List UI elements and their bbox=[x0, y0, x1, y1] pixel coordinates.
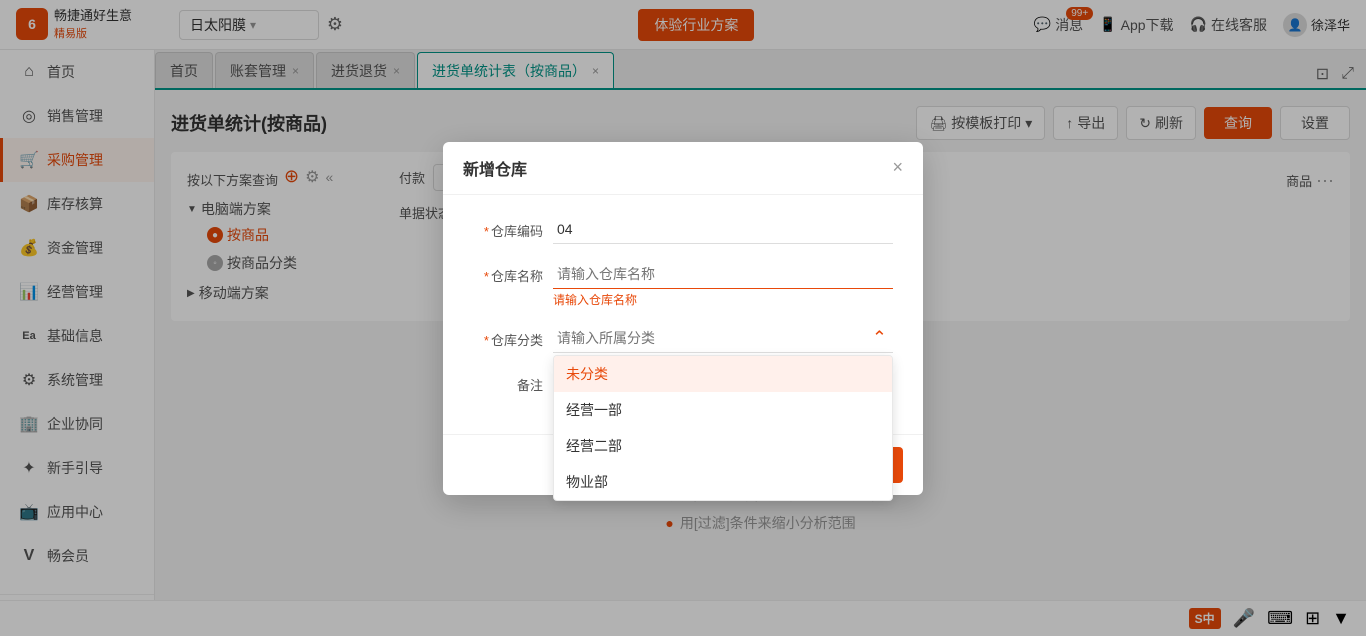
dropdown-item-none[interactable]: 未分类 bbox=[554, 356, 892, 392]
category-field: ⌃ 未分类 经营一部 经营二部 物业部 bbox=[553, 324, 893, 353]
code-input[interactable] bbox=[553, 215, 893, 244]
name-input[interactable] bbox=[553, 260, 893, 289]
category-label: 仓库分类 bbox=[473, 324, 553, 349]
dialog-overlay: 新增仓库 × 仓库编码 仓库名称 请输入仓库名称 仓库分类 bbox=[0, 0, 1366, 636]
dropdown-item-dept1[interactable]: 经营一部 bbox=[554, 392, 892, 428]
name-error-msg: 请输入仓库名称 bbox=[553, 291, 893, 308]
dialog-body: 仓库编码 仓库名称 请输入仓库名称 仓库分类 ⌃ bbox=[443, 195, 923, 434]
name-label: 仓库名称 bbox=[473, 260, 553, 285]
category-dropdown: 未分类 经营一部 经营二部 物业部 bbox=[553, 355, 893, 501]
form-row-category: 仓库分类 ⌃ 未分类 经营一部 经营二部 物业部 bbox=[473, 324, 893, 353]
category-input[interactable] bbox=[553, 324, 893, 353]
code-label: 仓库编码 bbox=[473, 215, 553, 240]
dialog-close-button[interactable]: × bbox=[892, 157, 903, 178]
dropdown-item-property[interactable]: 物业部 bbox=[554, 464, 892, 500]
form-row-name: 仓库名称 请输入仓库名称 bbox=[473, 260, 893, 308]
form-row-code: 仓库编码 bbox=[473, 215, 893, 244]
code-field bbox=[553, 215, 893, 244]
dropdown-item-dept2[interactable]: 经营二部 bbox=[554, 428, 892, 464]
dialog-header: 新增仓库 × bbox=[443, 142, 923, 195]
new-warehouse-dialog: 新增仓库 × 仓库编码 仓库名称 请输入仓库名称 仓库分类 bbox=[443, 142, 923, 495]
dialog-title: 新增仓库 bbox=[463, 156, 527, 180]
note-label: 备注 bbox=[473, 369, 553, 394]
name-field: 请输入仓库名称 bbox=[553, 260, 893, 308]
